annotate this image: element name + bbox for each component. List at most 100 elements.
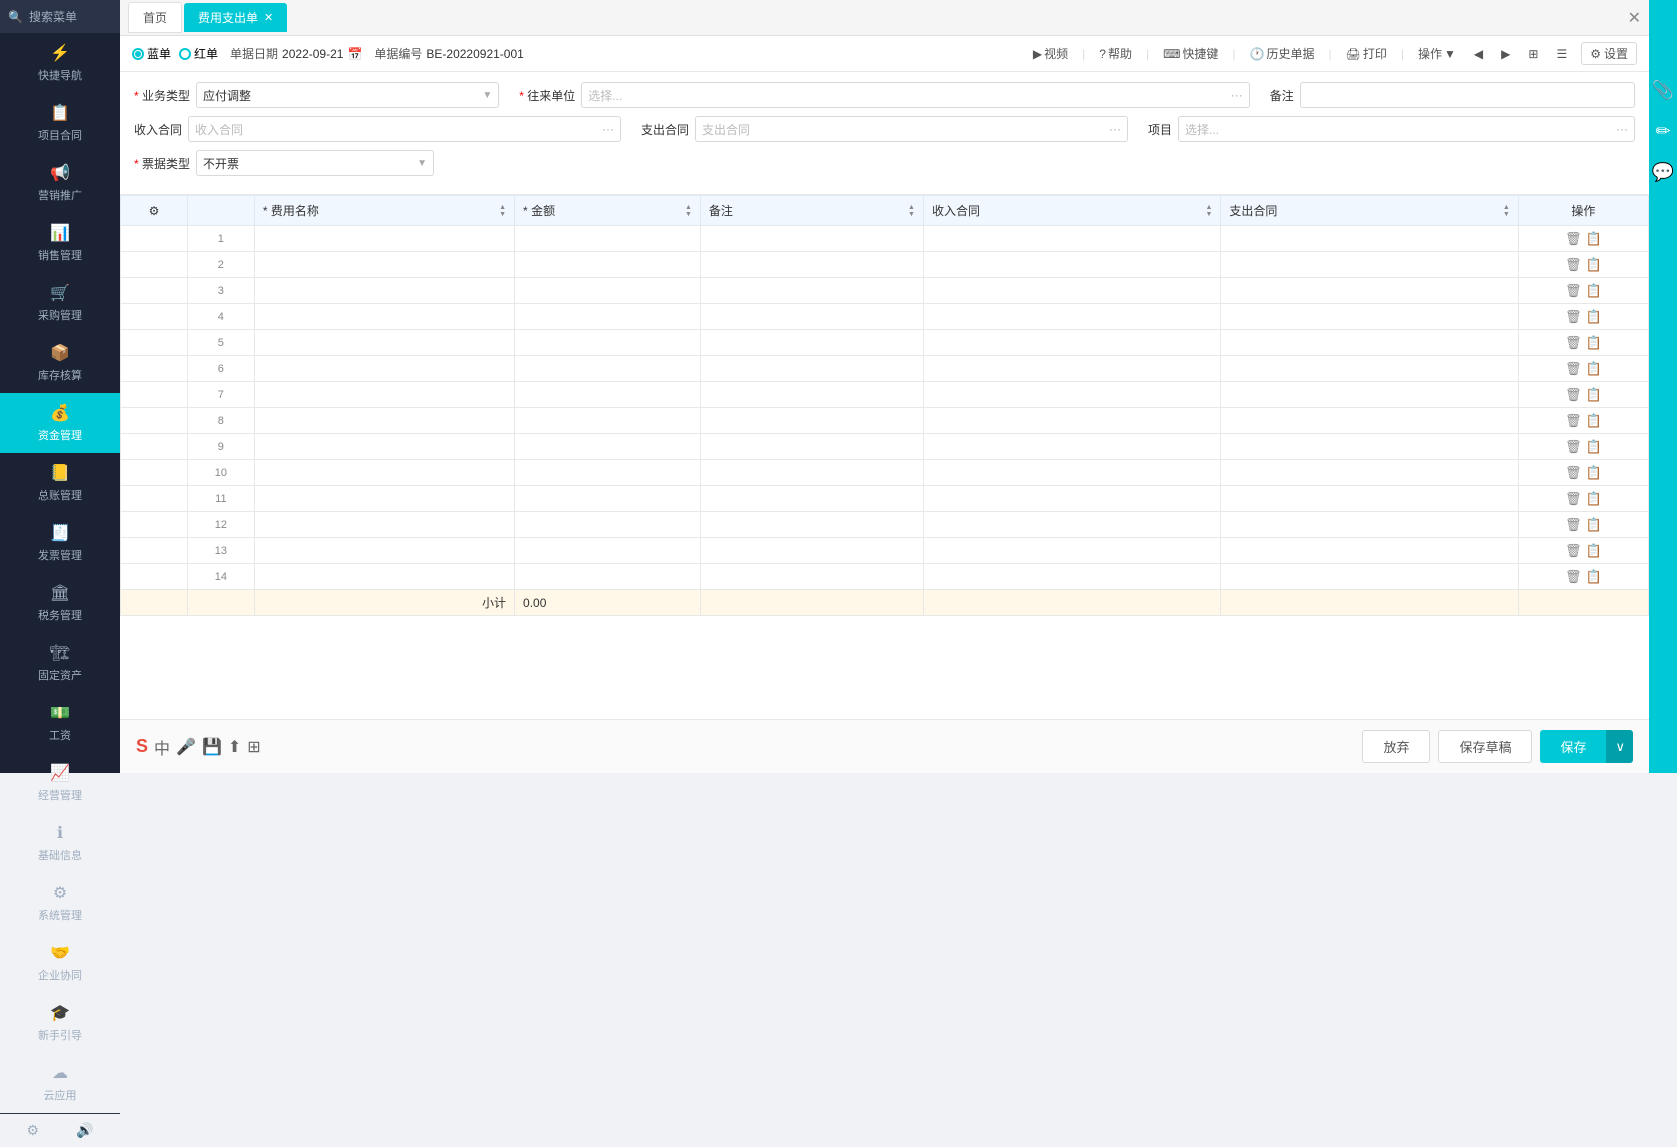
copy-icon-9[interactable]: 📋 (1586, 439, 1602, 455)
sidebar-item-cloud[interactable]: ☁云应用 (0, 1053, 120, 1113)
cell-check-2[interactable] (121, 252, 188, 278)
sidebar-item-fund[interactable]: 💰资金管理 (0, 393, 120, 453)
project-more-icon[interactable]: ··· (1616, 122, 1628, 136)
partner-more-icon[interactable]: ··· (1231, 88, 1243, 102)
cell-check-6[interactable] (121, 356, 188, 382)
copy-icon-11[interactable]: 📋 (1586, 491, 1602, 507)
sidebar-item-ops[interactable]: 📈经营管理 (0, 753, 120, 813)
expense-contract-input[interactable]: 支出合同 ··· (695, 116, 1128, 142)
footer-s-icon[interactable]: S (136, 736, 148, 757)
cell-income-11[interactable] (923, 486, 1220, 512)
cell-income-4[interactable] (923, 304, 1220, 330)
cell-remark-6[interactable] (700, 356, 923, 382)
cell-check-13[interactable] (121, 538, 188, 564)
remark-input[interactable] (1300, 82, 1635, 108)
cell-expense-6[interactable] (1221, 356, 1518, 382)
delete-icon-8[interactable]: 🗑 (1565, 413, 1582, 429)
delete-icon-4[interactable]: 🗑 (1565, 309, 1582, 325)
copy-icon-13[interactable]: 📋 (1586, 543, 1602, 559)
footer-zhong-icon[interactable]: 中 (154, 735, 170, 759)
save-draft-button[interactable]: 保存草稿 (1438, 730, 1532, 763)
cell-amount-7[interactable] (515, 382, 701, 408)
business-type-input[interactable]: 应付调整 ▼ (196, 82, 499, 108)
delete-icon-13[interactable]: 🗑 (1565, 543, 1582, 559)
delete-icon-2[interactable]: 🗑 (1565, 257, 1582, 273)
copy-icon-3[interactable]: 📋 (1586, 283, 1602, 299)
cell-check-8[interactable] (121, 408, 188, 434)
right-strip-icon-3[interactable]: 💬 (1652, 162, 1674, 183)
cell-check-1[interactable] (121, 226, 188, 252)
cell-income-13[interactable] (923, 538, 1220, 564)
delete-icon-14[interactable]: 🗑 (1565, 569, 1582, 585)
cell-amount-13[interactable] (515, 538, 701, 564)
copy-icon-5[interactable]: 📋 (1586, 335, 1602, 351)
footer-mic-icon[interactable]: 🎤 (176, 737, 196, 757)
cell-check-5[interactable] (121, 330, 188, 356)
cell-remark-1[interactable] (700, 226, 923, 252)
cell-check-9[interactable] (121, 434, 188, 460)
cell-name-13[interactable] (254, 538, 514, 564)
copy-icon-14[interactable]: 📋 (1586, 569, 1602, 585)
cell-expense-9[interactable] (1221, 434, 1518, 460)
cell-income-1[interactable] (923, 226, 1220, 252)
right-strip-icon-1[interactable]: 📎 (1652, 80, 1674, 101)
footer-save2-icon[interactable]: 💾 (202, 737, 222, 757)
cell-income-6[interactable] (923, 356, 1220, 382)
copy-icon-12[interactable]: 📋 (1586, 517, 1602, 533)
cell-expense-3[interactable] (1221, 278, 1518, 304)
cell-check-3[interactable] (121, 278, 188, 304)
cell-amount-2[interactable] (515, 252, 701, 278)
partner-input[interactable]: 选择... ··· (581, 82, 1249, 108)
sidebar-item-quick-nav[interactable]: ⚡快捷导航 (0, 33, 120, 93)
delete-icon-7[interactable]: 🗑 (1565, 387, 1582, 403)
right-strip-icon-2[interactable]: ✏ (1655, 121, 1670, 142)
cell-remark-12[interactable] (700, 512, 923, 538)
sidebar-item-enterprise[interactable]: 🤝企业协同 (0, 933, 120, 993)
cell-amount-9[interactable] (515, 434, 701, 460)
copy-icon-4[interactable]: 📋 (1586, 309, 1602, 325)
invoice-type-input[interactable]: 不开票 ▼ (196, 150, 434, 176)
save-button[interactable]: 保存 (1540, 730, 1606, 763)
cell-check-14[interactable] (121, 564, 188, 590)
delete-icon-1[interactable]: 🗑 (1565, 231, 1582, 247)
cell-check-7[interactable] (121, 382, 188, 408)
settings-icon[interactable]: ⚙ (27, 1122, 40, 1139)
cell-remark-9[interactable] (700, 434, 923, 460)
cell-amount-6[interactable] (515, 356, 701, 382)
btn-nav-right[interactable]: ▶ (1497, 45, 1514, 63)
cell-income-10[interactable] (923, 460, 1220, 486)
settings-button[interactable]: ⚙ 设置 (1581, 42, 1637, 65)
cell-income-14[interactable] (923, 564, 1220, 590)
radio-blue[interactable]: 蓝单 (132, 45, 171, 62)
footer-grid-icon[interactable]: ⊞ (247, 737, 260, 757)
cell-expense-14[interactable] (1221, 564, 1518, 590)
save-dropdown-button[interactable]: ∨ (1606, 730, 1633, 763)
cell-income-8[interactable] (923, 408, 1220, 434)
cell-name-12[interactable] (254, 512, 514, 538)
copy-icon-6[interactable]: 📋 (1586, 361, 1602, 377)
cell-amount-14[interactable] (515, 564, 701, 590)
cell-expense-4[interactable] (1221, 304, 1518, 330)
cell-name-10[interactable] (254, 460, 514, 486)
copy-icon-7[interactable]: 📋 (1586, 387, 1602, 403)
btn-print[interactable]: 🖨 打印 (1342, 43, 1391, 64)
sidebar-item-procurement[interactable]: 🛒采购管理 (0, 273, 120, 333)
cell-income-7[interactable] (923, 382, 1220, 408)
delete-icon-10[interactable]: 🗑 (1565, 465, 1582, 481)
cell-name-9[interactable] (254, 434, 514, 460)
cell-expense-11[interactable] (1221, 486, 1518, 512)
cell-income-3[interactable] (923, 278, 1220, 304)
btn-shortcut[interactable]: ⌨ 快捷键 (1159, 43, 1222, 64)
cell-amount-4[interactable] (515, 304, 701, 330)
sidebar-item-fixed-assets[interactable]: 🏗固定资产 (0, 633, 120, 693)
cell-remark-4[interactable] (700, 304, 923, 330)
tab-close-icon[interactable]: ✕ (264, 11, 273, 24)
cell-remark-8[interactable] (700, 408, 923, 434)
cell-amount-5[interactable] (515, 330, 701, 356)
discard-button[interactable]: 放弃 (1362, 730, 1430, 763)
btn-collapse[interactable]: ☰ (1552, 45, 1571, 63)
sidebar-search[interactable]: 🔍 搜索菜单 (0, 0, 120, 33)
cell-remark-3[interactable] (700, 278, 923, 304)
copy-icon-2[interactable]: 📋 (1586, 257, 1602, 273)
cell-remark-10[interactable] (700, 460, 923, 486)
